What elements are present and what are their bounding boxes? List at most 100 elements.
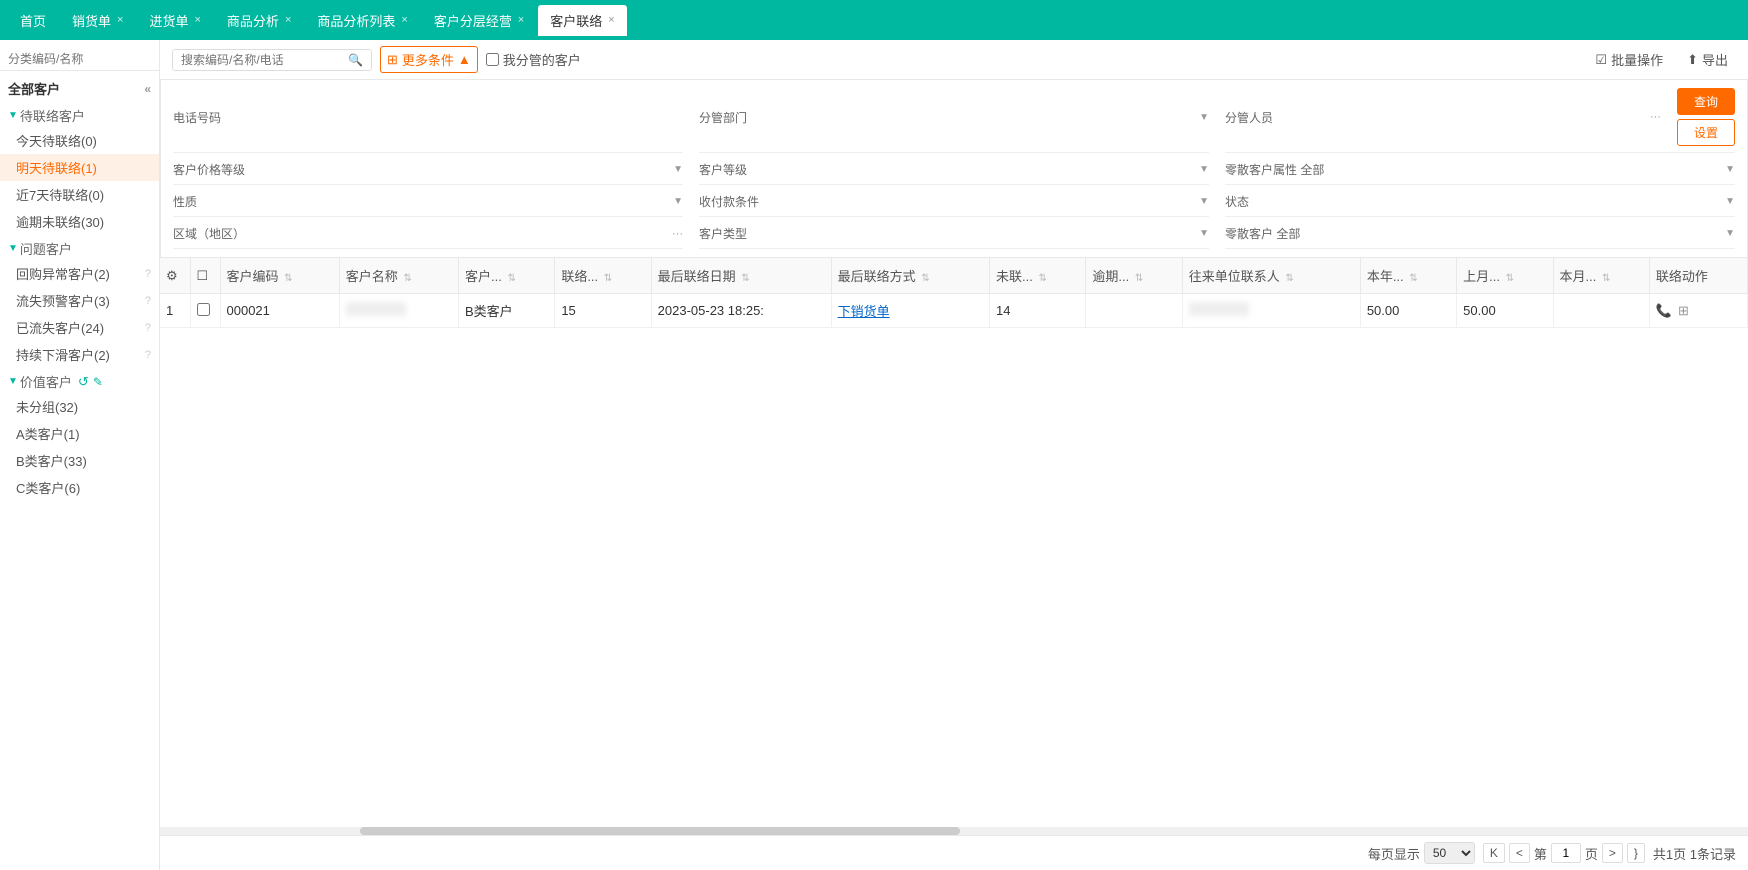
sidebar-item-today[interactable]: 今天待联络(0) bbox=[0, 127, 159, 154]
cell-this-month bbox=[1553, 294, 1649, 328]
scrollbar-thumb[interactable] bbox=[360, 827, 960, 835]
export-btn[interactable]: ⬆ 导出 bbox=[1679, 47, 1736, 72]
set-button[interactable]: 设置 bbox=[1677, 119, 1735, 146]
filter-payment-select[interactable]: ▼ bbox=[777, 196, 1209, 207]
sort-this-month-icon[interactable]: ⇅ bbox=[1602, 273, 1610, 284]
horizontal-scrollbar[interactable] bbox=[160, 827, 1748, 835]
sort-date-icon[interactable]: ⇅ bbox=[741, 273, 749, 284]
collapse-icon[interactable]: « bbox=[144, 82, 151, 96]
nav-product-list[interactable]: 商品分析列表 × bbox=[305, 5, 419, 36]
filter-nature-select[interactable]: ▼ bbox=[251, 196, 683, 207]
nav-customer-tier[interactable]: 客户分层经营 × bbox=[422, 5, 536, 36]
sidebar-item-class-a[interactable]: A类客户(1) bbox=[0, 420, 159, 447]
prev-page-btn[interactable]: < bbox=[1509, 843, 1530, 863]
close-product-analysis-icon[interactable]: × bbox=[285, 14, 291, 26]
blurred-person bbox=[1189, 302, 1249, 316]
query-button[interactable]: 查询 bbox=[1677, 88, 1735, 115]
nav-customer-contact[interactable]: 客户联络 × bbox=[538, 5, 626, 36]
filter-retail-attr-label: 零散客户属性 全部 bbox=[1225, 161, 1324, 178]
sort-method-icon[interactable]: ⇅ bbox=[921, 273, 929, 284]
col-person: 往来单位联系人 ⇅ bbox=[1182, 258, 1360, 294]
close-customer-tier-icon[interactable]: × bbox=[518, 14, 524, 26]
my-customers-check[interactable]: 我分管的客户 bbox=[486, 50, 581, 69]
sort-type-icon[interactable]: ⇅ bbox=[507, 273, 515, 284]
sort-code-icon[interactable]: ⇅ bbox=[284, 273, 292, 284]
my-customers-checkbox[interactable] bbox=[486, 53, 499, 66]
cell-index: 1 bbox=[160, 294, 190, 328]
filter-phone-input[interactable] bbox=[251, 110, 683, 124]
more-filter-btn[interactable]: ⊞ 更多条件 ▲ bbox=[380, 46, 478, 73]
edit-icon[interactable]: ✎ bbox=[93, 375, 103, 389]
batch-op-btn[interactable]: ☑ 批量操作 bbox=[1587, 47, 1671, 72]
table-container: ⚙ ☐ 客户编码 ⇅ 客户名称 ⇅ 客户... ⇅ bbox=[160, 258, 1748, 827]
filter-person-select[interactable]: ··· bbox=[1303, 111, 1661, 123]
action-phone-icon[interactable]: 📞 bbox=[1656, 303, 1672, 319]
page-size-selector: 每页显示 50 100 200 bbox=[1368, 842, 1475, 864]
nav-sales[interactable]: 销货单 × bbox=[60, 5, 135, 36]
search-box[interactable]: 🔍 bbox=[172, 49, 372, 71]
sidebar-item-class-b[interactable]: B类客户(33) bbox=[0, 447, 159, 474]
filter-dept-select[interactable]: ▼ bbox=[777, 112, 1209, 123]
sidebar-item-declining[interactable]: 持续下滑客户(2) ? bbox=[0, 341, 159, 368]
sidebar-item-ungrouped[interactable]: 未分组(32) bbox=[0, 393, 159, 420]
filter-phone-label: 电话号码 bbox=[173, 109, 243, 126]
sort-contact-icon[interactable]: ⇅ bbox=[604, 273, 612, 284]
page-size-select[interactable]: 50 100 200 bbox=[1424, 842, 1475, 864]
col-overdue: 逾期... ⇅ bbox=[1086, 258, 1182, 294]
cell-last-method[interactable]: 下销货单 bbox=[831, 294, 989, 328]
close-customer-contact-icon[interactable]: × bbox=[608, 14, 614, 26]
cell-last-month: 50.00 bbox=[1457, 294, 1553, 328]
sidebar-search-box[interactable]: 🔍 bbox=[0, 48, 159, 71]
close-product-list-icon[interactable]: × bbox=[401, 14, 407, 26]
all-customers-section: 全部客户 « bbox=[0, 75, 159, 102]
action-qr-icon[interactable]: ⊞ bbox=[1678, 303, 1689, 319]
filter-retail-attr-select[interactable]: ▼ bbox=[1332, 164, 1735, 175]
dept-caret-icon: ▼ bbox=[1199, 112, 1209, 123]
cell-type: B类客户 bbox=[458, 294, 554, 328]
sort-name-icon[interactable]: ⇅ bbox=[403, 273, 411, 284]
last-page-btn[interactable]: } bbox=[1627, 843, 1645, 863]
col-code: 客户编码 ⇅ bbox=[220, 258, 339, 294]
filter-price-select[interactable]: ▼ bbox=[253, 164, 683, 175]
sidebar-item-tomorrow[interactable]: 明天待联络(1) bbox=[0, 154, 159, 181]
nav-home[interactable]: 首页 bbox=[8, 5, 58, 36]
close-purchase-icon[interactable]: × bbox=[194, 14, 200, 26]
filter-level-select[interactable]: ▼ bbox=[777, 164, 1209, 175]
filter-customer-type-select[interactable]: ▼ bbox=[777, 228, 1209, 239]
main-search-icon[interactable]: 🔍 bbox=[348, 53, 363, 67]
sort-year-icon[interactable]: ⇅ bbox=[1409, 273, 1417, 284]
refresh-icon[interactable]: ↺ bbox=[78, 374, 89, 390]
last-method-link[interactable]: 下销货单 bbox=[838, 304, 890, 319]
first-page-btn[interactable]: K bbox=[1483, 843, 1505, 863]
sort-person-icon[interactable]: ⇅ bbox=[1285, 273, 1293, 284]
nav-product-analysis[interactable]: 商品分析 × bbox=[215, 5, 303, 36]
close-sales-icon[interactable]: × bbox=[117, 14, 123, 26]
sort-last-month-icon[interactable]: ⇅ bbox=[1506, 273, 1514, 284]
col-settings[interactable]: ⚙ bbox=[160, 258, 190, 294]
filter-status-select[interactable]: ▼ bbox=[1303, 196, 1735, 207]
sort-uncontacted-icon[interactable]: ⇅ bbox=[1039, 273, 1047, 284]
sidebar-search-input[interactable] bbox=[8, 52, 160, 66]
sidebar-item-overdue[interactable]: 逾期未联络(30) bbox=[0, 208, 159, 235]
filter-actions: 查询 设置 bbox=[1669, 88, 1735, 146]
page-number-input[interactable] bbox=[1551, 843, 1581, 863]
region-more-icon[interactable]: ··· bbox=[672, 228, 683, 240]
cell-check[interactable] bbox=[190, 294, 220, 328]
col-type: 客户... ⇅ bbox=[458, 258, 554, 294]
col-checkbox[interactable]: ☐ bbox=[190, 258, 220, 294]
sidebar-item-lost[interactable]: 已流失客户(24) ? bbox=[0, 314, 159, 341]
main-search-input[interactable] bbox=[181, 53, 348, 67]
row-checkbox[interactable] bbox=[197, 303, 210, 316]
filter-caret-icon: ▲ bbox=[458, 52, 471, 67]
nav-purchase[interactable]: 进货单 × bbox=[137, 5, 212, 36]
sort-overdue-icon[interactable]: ⇅ bbox=[1135, 273, 1143, 284]
person-more-icon[interactable]: ··· bbox=[1650, 111, 1661, 123]
sidebar-item-class-c[interactable]: C类客户(6) bbox=[0, 474, 159, 501]
filter-region-select[interactable]: ··· bbox=[253, 228, 683, 240]
sidebar-item-abnormal[interactable]: 回购异常客户(2) ? bbox=[0, 260, 159, 287]
sidebar-item-7days[interactable]: 近7天待联络(0) bbox=[0, 181, 159, 208]
filter-retail-select[interactable]: ▼ bbox=[1308, 228, 1735, 239]
next-page-btn[interactable]: > bbox=[1602, 843, 1623, 863]
sidebar: 🔍 全部客户 « ▼ 待联络客户 今天待联络(0) 明天待联络(1) 近7天待联… bbox=[0, 40, 160, 870]
sidebar-item-attrition-warn[interactable]: 流失预警客户(3) ? bbox=[0, 287, 159, 314]
